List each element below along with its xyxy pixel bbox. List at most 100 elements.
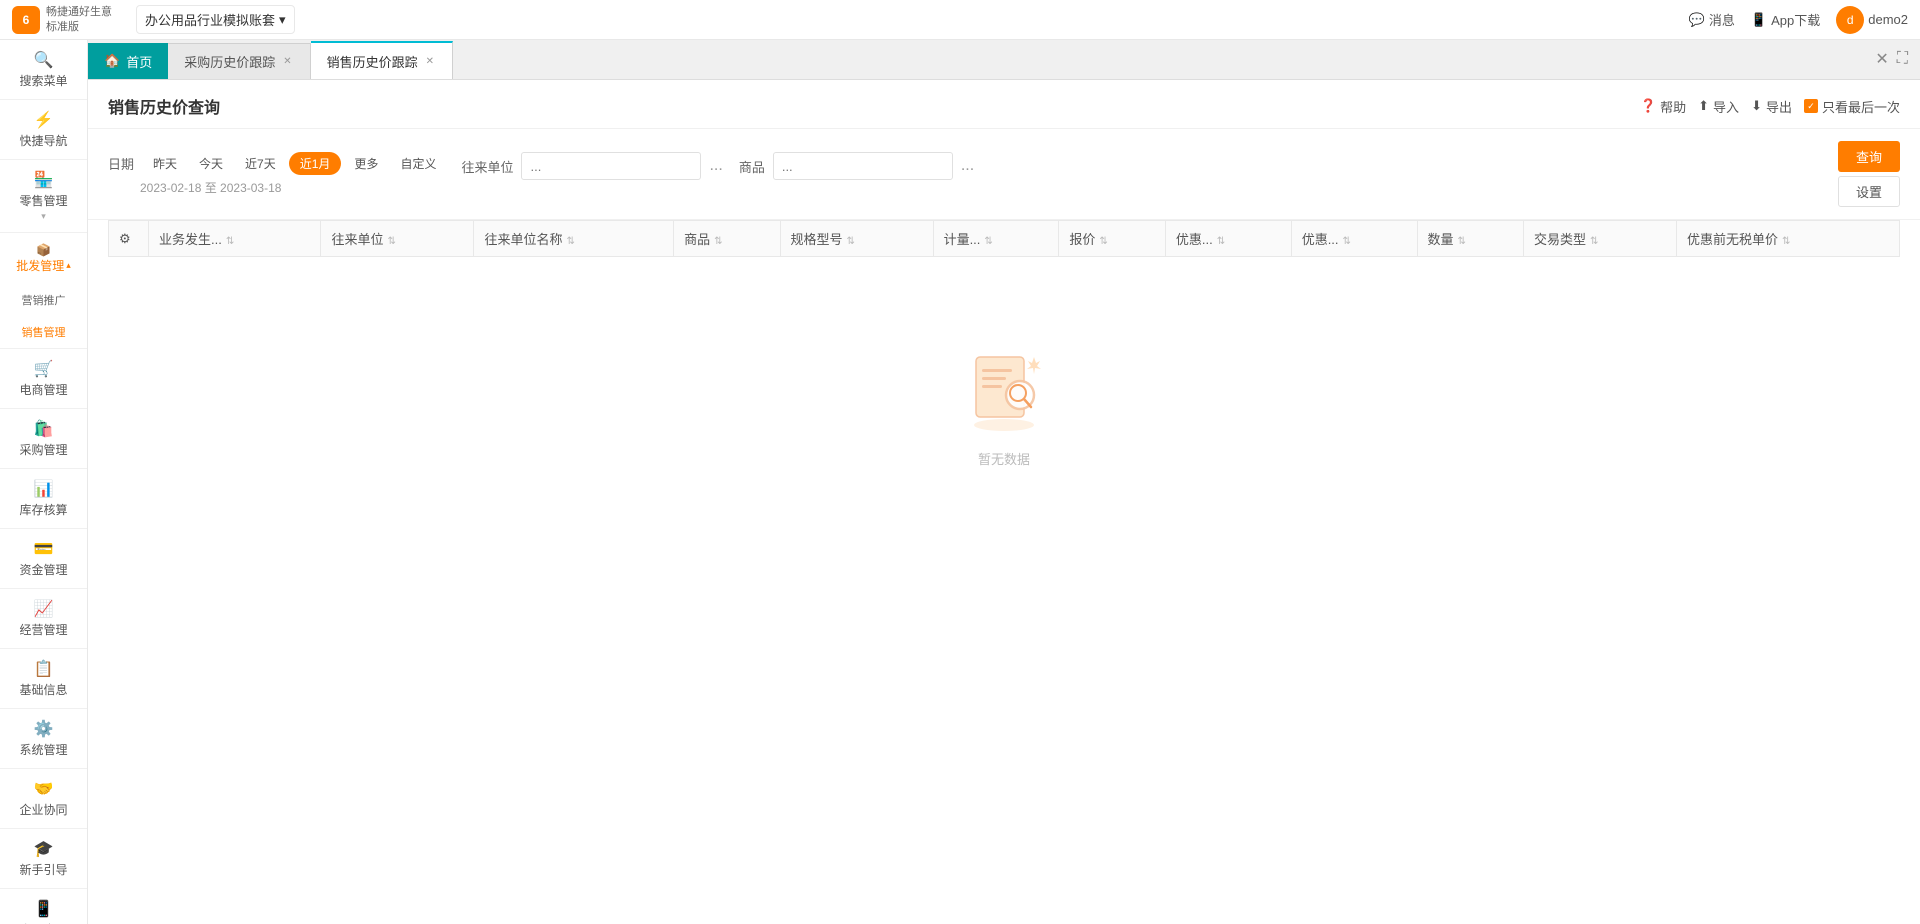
col-spec[interactable]: 规格型号⇅ xyxy=(780,221,933,257)
purchase-icon: 🛍️ xyxy=(34,419,54,439)
date-btn-yesterday[interactable]: 昨天 xyxy=(144,152,186,175)
sidebar-item-inventory[interactable]: 📊 库存核算 xyxy=(0,469,87,529)
search-icon: 🔍 xyxy=(34,50,54,70)
empty-state: 暂无数据 xyxy=(108,257,1900,548)
table-header: ⚙ 业务发生...⇅ 往来单位⇅ 往来单位名称⇅ 商品⇅ 规格型号⇅ 计量...… xyxy=(109,221,1900,257)
page-title: 销售历史价查询 xyxy=(108,94,220,118)
tab-sales-history[interactable]: 销售历史价跟踪 ✕ xyxy=(311,41,453,79)
sidebar-item-label: 库存核算 xyxy=(19,501,67,518)
app-selector[interactable]: 办公用品行业模拟账套 ▾ xyxy=(136,5,295,34)
col-discount2[interactable]: 优惠...⇅ xyxy=(1291,221,1417,257)
col-quoted-price[interactable]: 报价⇅ xyxy=(1059,221,1165,257)
sidebar-item-label: 基础信息 xyxy=(19,681,67,698)
col-gear[interactable]: ⚙ xyxy=(109,221,149,257)
sidebar-item-label: 搜索菜单 xyxy=(19,72,67,89)
sidebar-item-operations[interactable]: 📈 经营管理 xyxy=(0,589,87,649)
sidebar-item-label: 采购管理 xyxy=(19,441,67,458)
col-partner-name[interactable]: 往来单位名称⇅ xyxy=(474,221,674,257)
query-button[interactable]: 查询 xyxy=(1838,141,1900,172)
date-filter-row: 日期 昨天 今天 近7天 近1月 更多 自定义 xyxy=(108,152,445,175)
sidebar-item-retail[interactable]: 🏪 零售管理 ▾ xyxy=(0,160,87,233)
message-icon: 💬 xyxy=(1689,12,1705,28)
settings-button[interactable]: 设置 xyxy=(1838,176,1900,207)
sidebar-item-guide[interactable]: 🎓 新手引导 xyxy=(0,829,87,889)
import-icon: ⬆ xyxy=(1698,98,1709,114)
tab-purchase-history[interactable]: 采购历史价跟踪 ✕ xyxy=(168,43,310,79)
logo-area: 6 畅捷通好生意 标准版 xyxy=(12,5,112,34)
tab-sales-history-label: 销售历史价跟踪 xyxy=(327,52,418,71)
sidebar-item-label: 批发管理 xyxy=(16,257,64,274)
col-biz-date[interactable]: 业务发生...⇅ xyxy=(149,221,321,257)
tab-sales-history-close[interactable]: ✕ xyxy=(424,54,436,69)
enterprise-icon: 🤝 xyxy=(34,779,54,799)
page-content: 销售历史价查询 ❓ 帮助 ⬆ 导入 ⬇ 导出 ✓ xyxy=(88,80,1920,924)
date-label: 日期 xyxy=(108,154,134,173)
empty-text: 暂无数据 xyxy=(978,449,1030,468)
sidebar-section-wholesale: 📦 批发管理 ▴ 营销推广 销售管理 xyxy=(0,233,87,349)
partner-search-icon[interactable]: ... xyxy=(709,157,722,175)
only-last-checkbox[interactable]: ✓ 只看最后一次 xyxy=(1804,97,1900,116)
import-btn[interactable]: ⬆ 导入 xyxy=(1698,97,1739,116)
col-tax-free-price[interactable]: 优惠前无税单价⇅ xyxy=(1677,221,1900,257)
logo-icon: 6 xyxy=(12,6,40,34)
sidebar-item-marketing[interactable]: 营销推广 xyxy=(0,284,87,316)
date-btn-today[interactable]: 今天 xyxy=(190,152,232,175)
sidebar-item-search-menu[interactable]: 🔍 搜索菜单 xyxy=(0,40,87,100)
page-header-actions: ❓ 帮助 ⬆ 导入 ⬇ 导出 ✓ 只看最后一次 xyxy=(1640,97,1900,116)
col-product[interactable]: 商品⇅ xyxy=(674,221,780,257)
sidebar-item-ecommerce[interactable]: 🛒 电商管理 xyxy=(0,349,87,409)
col-partner-code[interactable]: 往来单位⇅ xyxy=(321,221,474,257)
top-bar-left: 6 畅捷通好生意 标准版 办公用品行业模拟账套 ▾ xyxy=(12,5,295,34)
partner-filter: 往来单位 ... xyxy=(461,152,722,180)
export-btn[interactable]: ⬇ 导出 xyxy=(1751,97,1792,116)
sidebar-item-label: 资金管理 xyxy=(19,561,67,578)
close-all-tabs-btn[interactable]: ✕ xyxy=(1875,49,1888,69)
date-filter: 日期 昨天 今天 近7天 近1月 更多 自定义 2023-02-18 xyxy=(108,152,445,196)
product-search-icon[interactable]: ... xyxy=(961,157,974,175)
date-btn-custom[interactable]: 自定义 xyxy=(391,152,445,175)
sidebar-item-sales-mgmt[interactable]: 销售管理 xyxy=(0,316,87,348)
sidebar-item-label: 企业协同 xyxy=(19,801,67,818)
tab-home[interactable]: 🏠 首页 xyxy=(88,43,168,79)
sidebar-item-enterprise[interactable]: 🤝 企业协同 xyxy=(0,769,87,829)
guide-icon: 🎓 xyxy=(34,839,54,859)
filter-area: 日期 昨天 今天 近7天 近1月 更多 自定义 2023-02-18 xyxy=(88,129,1920,220)
main-layout: 🔍 搜索菜单 ⚡ 快捷导航 🏪 零售管理 ▾ 📦 批发管理 ▴ 营销推广 销售管… xyxy=(0,40,1920,924)
logo-text: 畅捷通好生意 标准版 xyxy=(46,5,112,34)
data-table: ⚙ 业务发生...⇅ 往来单位⇅ 往来单位名称⇅ 商品⇅ 规格型号⇅ 计量...… xyxy=(108,220,1900,257)
table-header-row: ⚙ 业务发生...⇅ 往来单位⇅ 往来单位名称⇅ 商品⇅ 规格型号⇅ 计量...… xyxy=(109,221,1900,257)
sidebar-item-basic-info[interactable]: 📋 基础信息 xyxy=(0,649,87,709)
export-icon: ⬇ xyxy=(1751,98,1762,114)
partner-input[interactable] xyxy=(521,152,701,180)
chevron-down-icon: ▾ xyxy=(279,12,286,28)
col-discount1[interactable]: 优惠...⇅ xyxy=(1165,221,1291,257)
user-menu[interactable]: d demo2 xyxy=(1836,6,1908,34)
empty-illustration xyxy=(954,337,1054,437)
lightning-icon: ⚡ xyxy=(34,110,54,130)
col-trade-type[interactable]: 交易类型⇅ xyxy=(1523,221,1676,257)
date-btn-more[interactable]: 更多 xyxy=(345,152,387,175)
checkbox-icon: ✓ xyxy=(1804,99,1818,113)
sidebar-item-app-center[interactable]: 📱 应用中心 xyxy=(0,889,87,924)
date-btn-7days[interactable]: 近7天 xyxy=(236,152,285,175)
tab-actions: ✕ ⛶ xyxy=(1863,40,1920,79)
sidebar-item-quick-nav[interactable]: ⚡ 快捷导航 xyxy=(0,100,87,160)
tab-purchase-history-close[interactable]: ✕ xyxy=(281,54,293,69)
col-unit[interactable]: 计量...⇅ xyxy=(933,221,1059,257)
sidebar: 🔍 搜索菜单 ⚡ 快捷导航 🏪 零售管理 ▾ 📦 批发管理 ▴ 营销推广 销售管… xyxy=(0,40,88,924)
sidebar-item-finance[interactable]: 💳 资金管理 xyxy=(0,529,87,589)
sidebar-item-purchase[interactable]: 🛍️ 采购管理 xyxy=(0,409,87,469)
message-btn[interactable]: 💬 消息 xyxy=(1689,10,1735,29)
top-bar: 6 畅捷通好生意 标准版 办公用品行业模拟账套 ▾ 💬 消息 📱 App下载 d… xyxy=(0,0,1920,40)
maximize-btn[interactable]: ⛶ xyxy=(1897,50,1908,68)
sidebar-item-wholesale[interactable]: 📦 批发管理 ▴ xyxy=(0,233,87,284)
app-download-btn[interactable]: 📱 App下载 xyxy=(1751,10,1820,29)
sidebar-item-label: 电商管理 xyxy=(19,381,67,398)
date-btn-1month[interactable]: 近1月 xyxy=(289,152,342,175)
product-input[interactable] xyxy=(773,152,953,180)
system-icon: ⚙️ xyxy=(34,719,54,739)
avatar: d xyxy=(1836,6,1864,34)
col-quantity[interactable]: 数量⇅ xyxy=(1417,221,1523,257)
sidebar-item-system[interactable]: ⚙️ 系统管理 xyxy=(0,709,87,769)
help-btn[interactable]: ❓ 帮助 xyxy=(1640,97,1686,116)
